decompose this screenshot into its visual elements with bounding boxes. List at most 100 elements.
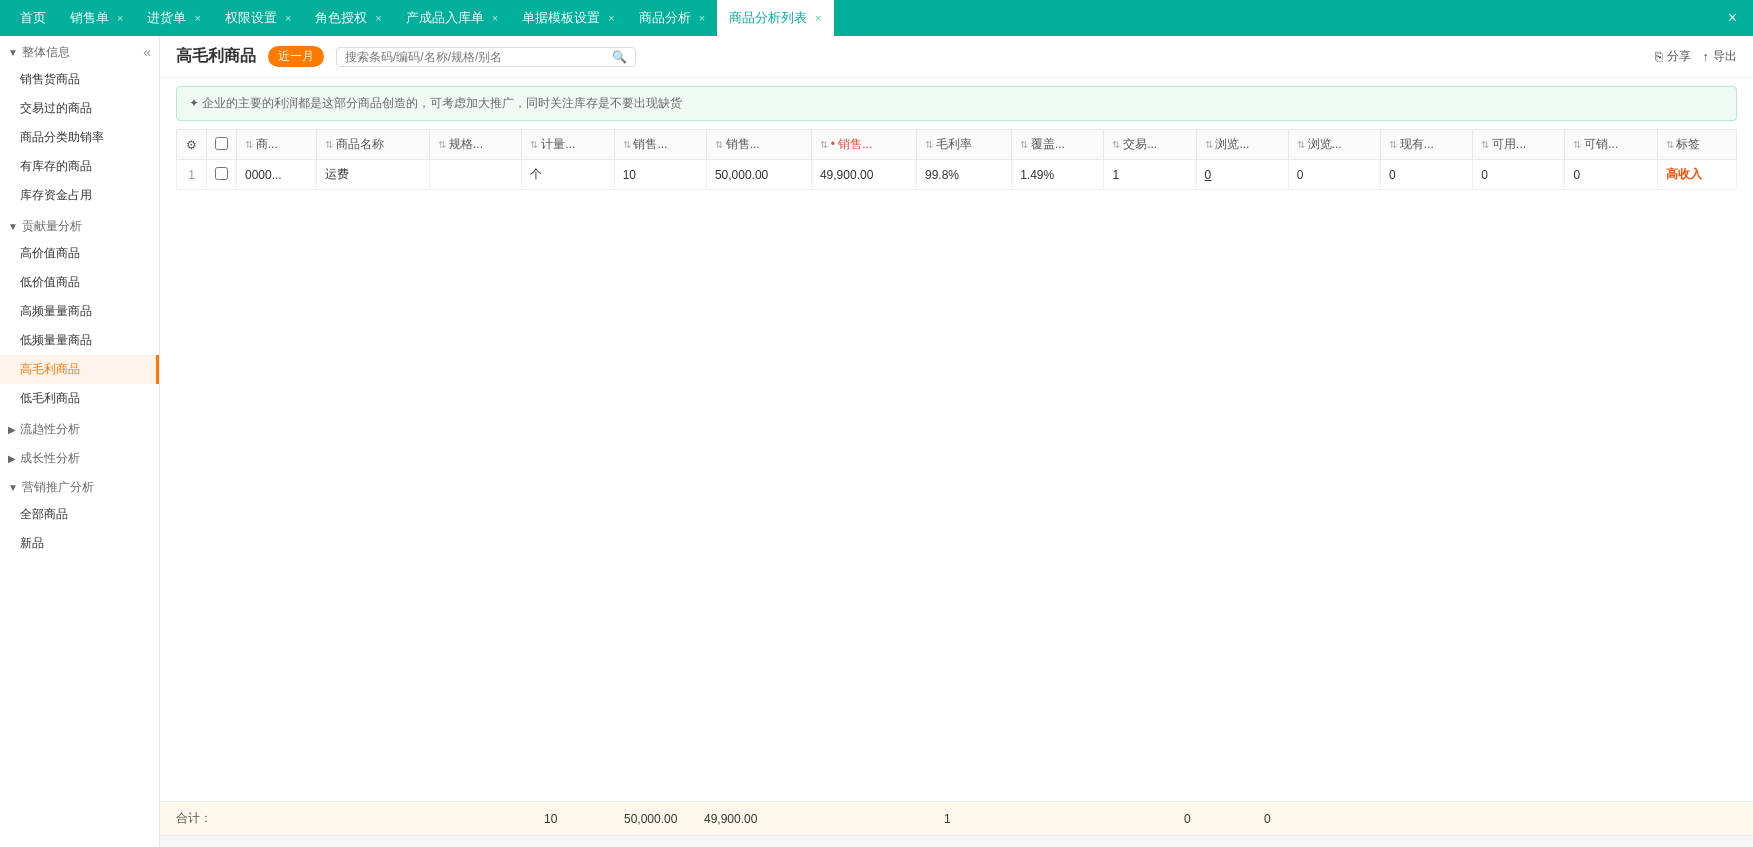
share-button[interactable]: ⎘ 分享: [1655, 48, 1691, 65]
sidebar-item-high-margin[interactable]: 高毛利商品: [0, 355, 159, 384]
cell-sales-cost: 49,900.00: [811, 160, 916, 190]
search-input[interactable]: [345, 50, 608, 64]
footer-browse1: [1016, 812, 1096, 826]
col-available[interactable]: 可用...: [1473, 130, 1565, 160]
sidebar-group-overall[interactable]: ▼ 整体信息: [0, 36, 159, 65]
sidebar-item-high-freq[interactable]: 高频量量商品: [0, 297, 159, 326]
arrow-icon: ▼: [8, 482, 18, 493]
nav-tab-template-settings[interactable]: 单据模板设置 ×: [510, 0, 626, 36]
col-gross-rate[interactable]: 毛利率: [916, 130, 1011, 160]
col-tag[interactable]: 标签: [1657, 130, 1736, 160]
sidebar-group-growth[interactable]: ▶ 成长性分析: [0, 442, 159, 471]
close-product-entry-tab[interactable]: ×: [492, 12, 498, 24]
close-product-analysis-list-tab[interactable]: ×: [815, 12, 821, 24]
cell-sales-qty: 10: [614, 160, 706, 190]
sidebar-item-inventory-goods[interactable]: 有库存的商品: [0, 152, 159, 181]
export-icon: ↑: [1703, 49, 1710, 64]
cell-browse2: 0: [1288, 160, 1380, 190]
search-icon[interactable]: 🔍: [612, 50, 627, 64]
sidebar-item-all-goods[interactable]: 全部商品: [0, 500, 159, 529]
sidebar-item-traded-goods[interactable]: 交易过的商品: [0, 94, 159, 123]
row-checkbox[interactable]: [215, 167, 228, 180]
col-sales-cost[interactable]: • 销售...: [811, 130, 916, 160]
close-role-permission-tab[interactable]: ×: [375, 12, 381, 24]
row-checkbox-cell[interactable]: [207, 160, 237, 190]
footer-sales-qty: 10: [536, 812, 616, 826]
col-checkbox[interactable]: [207, 130, 237, 160]
col-unit[interactable]: 计量...: [522, 130, 614, 160]
nav-tab-home[interactable]: 首页: [8, 0, 58, 36]
cell-browse1[interactable]: 0: [1196, 160, 1288, 190]
cell-available: 0: [1473, 160, 1565, 190]
close-product-analysis-tab[interactable]: ×: [699, 12, 705, 24]
nav-tab-sales[interactable]: 销售单 ×: [58, 0, 135, 36]
footer-available: 0: [1256, 812, 1336, 826]
nav-tab-product-analysis-list[interactable]: 商品分析列表 ×: [717, 0, 833, 36]
sidebar-item-high-value[interactable]: 高价值商品: [0, 239, 159, 268]
col-trade[interactable]: 交易...: [1104, 130, 1196, 160]
sidebar: « ▼ 整体信息 销售货商品 交易过的商品 商品分类助销率 有库存的商品 库存资…: [0, 36, 160, 847]
filter-recent-month-button[interactable]: 近一月: [268, 46, 324, 67]
nav-tab-purchase[interactable]: 进货单 ×: [135, 0, 212, 36]
col-sellable[interactable]: 可销...: [1565, 130, 1657, 160]
cell-coverage: 1.49%: [1012, 160, 1104, 190]
sidebar-collapse-button[interactable]: «: [143, 44, 151, 60]
nav-tab-product-entry[interactable]: 产成品入库单 ×: [394, 0, 510, 36]
sidebar-group-treasure[interactable]: ▼ 贡献量分析: [0, 210, 159, 239]
share-icon: ⎘: [1655, 49, 1663, 64]
table-footer: 合计： 10 50,000.00 49,900.00 1 0 0: [160, 801, 1753, 835]
footer-values: 10 50,000.00 49,900.00 1 0 0: [236, 812, 1737, 826]
sidebar-item-low-margin[interactable]: 低毛利商品: [0, 384, 159, 413]
close-purchase-tab[interactable]: ×: [194, 12, 200, 24]
cell-unit: 个: [522, 160, 614, 190]
table-wrapper: ⚙ 商... 商品名称 规格... 计量... 销售... 销售... • 销售…: [160, 129, 1753, 801]
col-name[interactable]: 商品名称: [317, 130, 430, 160]
col-coverage[interactable]: 覆盖...: [1012, 130, 1104, 160]
col-sales-qty[interactable]: 销售...: [614, 130, 706, 160]
search-box: 🔍: [336, 47, 636, 67]
col-browse1[interactable]: 浏览...: [1196, 130, 1288, 160]
close-all-button[interactable]: ×: [1720, 9, 1745, 27]
footer-gross-rate: [776, 812, 856, 826]
col-settings[interactable]: ⚙: [177, 130, 207, 160]
nav-tab-product-analysis[interactable]: 商品分析 ×: [627, 0, 717, 36]
close-permission-settings-tab[interactable]: ×: [285, 12, 291, 24]
table-header-row: ⚙ 商... 商品名称 规格... 计量... 销售... 销售... • 销售…: [177, 130, 1737, 160]
cell-trade: 1: [1104, 160, 1196, 190]
export-button[interactable]: ↑ 导出: [1703, 48, 1738, 65]
sidebar-item-new-goods[interactable]: 新品: [0, 529, 159, 558]
close-template-settings-tab[interactable]: ×: [608, 12, 614, 24]
arrow-icon: ▶: [8, 453, 16, 464]
footer-label: 合计：: [176, 810, 236, 827]
cell-code: 0000...: [237, 160, 317, 190]
sidebar-group-marketing[interactable]: ▼ 营销推广分析: [0, 471, 159, 500]
horizontal-scrollbar[interactable]: [160, 835, 1753, 847]
col-sales-amount[interactable]: 销售...: [706, 130, 811, 160]
col-browse2[interactable]: 浏览...: [1288, 130, 1380, 160]
col-spec[interactable]: 规格...: [430, 130, 522, 160]
nav-tab-permission-settings[interactable]: 权限设置 ×: [213, 0, 303, 36]
info-banner: ✦ 企业的主要的利润都是这部分商品创造的，可考虑加大推广，同时关注库存是不要出现…: [176, 86, 1737, 121]
col-current[interactable]: 现有...: [1381, 130, 1473, 160]
cell-spec: [430, 160, 522, 190]
arrow-icon: ▼: [8, 47, 18, 58]
nav-tab-role-permission[interactable]: 角色授权 ×: [303, 0, 393, 36]
sidebar-item-inventory-ratio[interactable]: 库存资金占用: [0, 181, 159, 210]
sidebar-group-trend[interactable]: ▶ 流趋性分析: [0, 413, 159, 442]
arrow-icon: ▼: [8, 221, 18, 232]
close-sales-tab[interactable]: ×: [117, 12, 123, 24]
sidebar-item-sales-goods[interactable]: 销售货商品: [0, 65, 159, 94]
sidebar-item-low-value[interactable]: 低价值商品: [0, 268, 159, 297]
footer-browse2: [1096, 812, 1176, 826]
select-all-checkbox[interactable]: [215, 137, 228, 150]
sidebar-item-goods-assist[interactable]: 商品分类助销率: [0, 123, 159, 152]
footer-current: 0: [1176, 812, 1256, 826]
page-title: 高毛利商品: [176, 46, 256, 67]
col-code[interactable]: 商...: [237, 130, 317, 160]
footer-coverage: [856, 812, 936, 826]
content-header: 高毛利商品 近一月 🔍 ⎘ 分享 ↑ 导出: [160, 36, 1753, 78]
data-table: ⚙ 商... 商品名称 规格... 计量... 销售... 销售... • 销售…: [176, 129, 1737, 190]
top-navigation: 首页 销售单 × 进货单 × 权限设置 × 角色授权 × 产成品入库单 × 单据…: [0, 0, 1753, 36]
cell-sales-amount: 50,000.00: [706, 160, 811, 190]
sidebar-item-low-freq[interactable]: 低频量量商品: [0, 326, 159, 355]
